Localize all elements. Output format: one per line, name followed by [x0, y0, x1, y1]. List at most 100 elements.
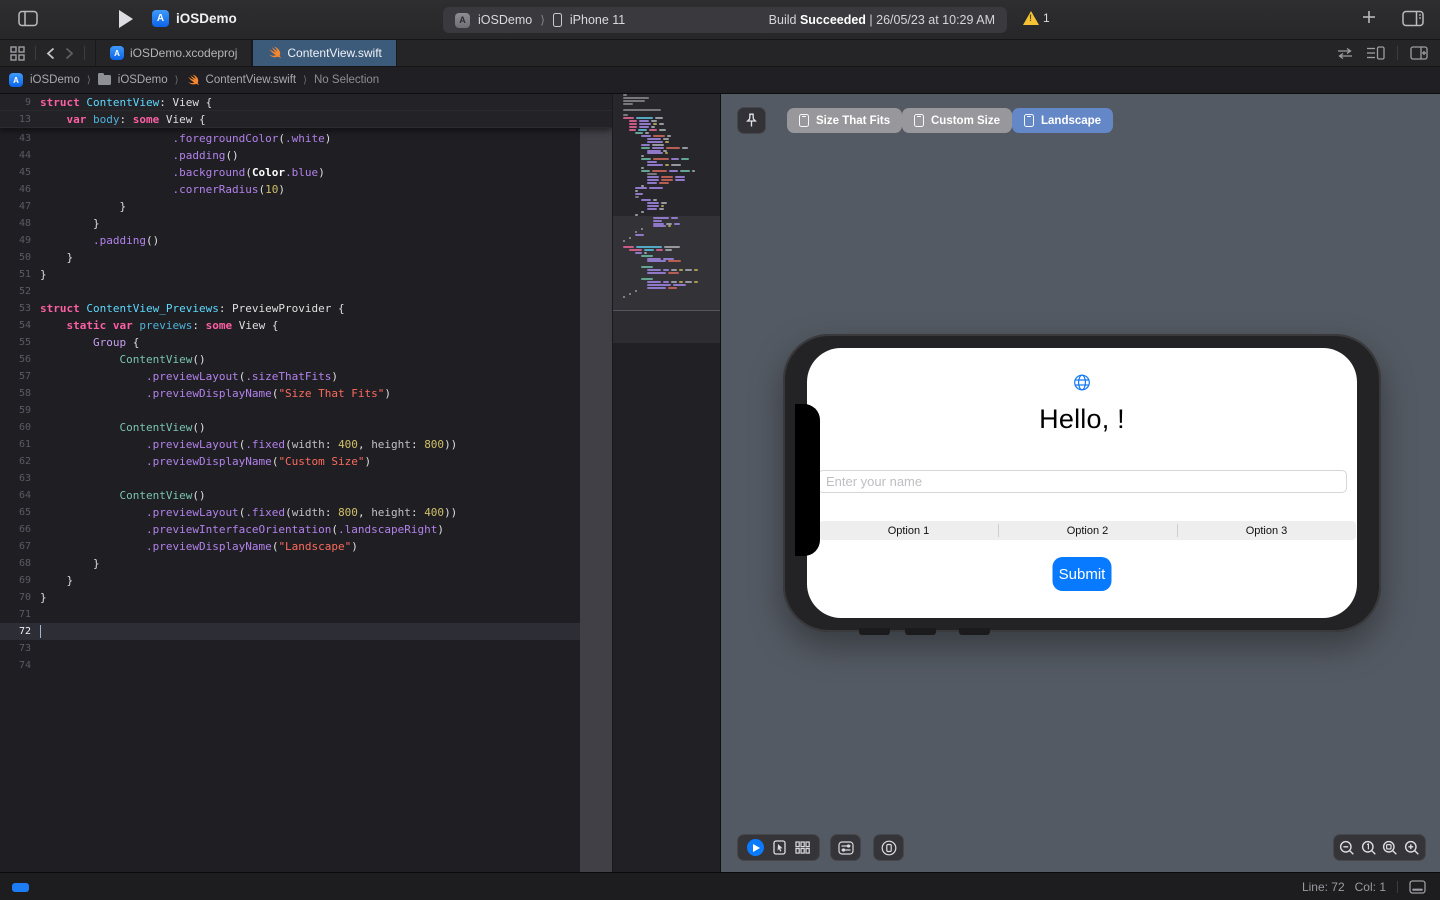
code-line[interactable]: 13 var body: some View { — [0, 111, 612, 128]
code-line[interactable]: 62 .previewDisplayName("Custom Size") — [0, 453, 612, 470]
code-line[interactable]: 55 Group { — [0, 334, 612, 351]
zoom-in-icon[interactable] — [1404, 840, 1420, 856]
code-line[interactable]: 56 ContentView() — [0, 351, 612, 368]
code-line[interactable]: 57 .previewLayout(.sizeThatFits) — [0, 368, 612, 385]
code-line[interactable]: 52 — [0, 283, 612, 300]
warning-badge[interactable]: 1 — [1023, 11, 1050, 25]
code-line[interactable]: 59 — [0, 402, 612, 419]
code-line[interactable]: 46 .cornerRadius(10) — [0, 181, 612, 198]
code-line[interactable]: 45 .background(Color.blue) — [0, 164, 612, 181]
environment-overrides-button[interactable] — [830, 834, 861, 861]
toggle-inspector-icon[interactable] — [1402, 10, 1424, 27]
code-line[interactable]: 53 struct ContentView_Previews: PreviewPr… — [0, 300, 612, 317]
live-preview-icon[interactable] — [747, 839, 764, 856]
line-number: 60 — [18, 422, 31, 433]
code-line[interactable]: 51} — [0, 266, 612, 283]
segment-option-2[interactable]: Option 2 — [998, 521, 1177, 540]
toggle-navigator-icon[interactable] — [18, 10, 38, 27]
code-line[interactable]: 50 } — [0, 249, 612, 266]
code-line[interactable]: 66 .previewInterfaceOrientation(.landsca… — [0, 521, 612, 538]
minimap[interactable] — [612, 94, 721, 872]
chevron-separator-icon: ⟩ — [540, 13, 545, 27]
line-number: 61 — [18, 439, 31, 450]
source-editor[interactable]: 43 .foregroundColor(.white) 44 .padding()… — [0, 94, 612, 872]
line-number: 69 — [18, 575, 31, 586]
go-forward-icon[interactable] — [65, 47, 74, 60]
segment-option-3[interactable]: Option 3 — [1177, 521, 1356, 540]
minimap-line — [661, 205, 664, 207]
code-line[interactable]: 47 } — [0, 198, 612, 215]
minimap-viewport[interactable] — [613, 216, 721, 343]
code-line[interactable]: 63 — [0, 470, 612, 487]
add-editor-icon[interactable] — [1410, 46, 1428, 60]
code-line[interactable]: 70} — [0, 589, 612, 606]
code-line[interactable]: 65 .previewLayout(.fixed(width: 800, hei… — [0, 504, 612, 521]
minimap-line — [623, 240, 625, 242]
tab-iosdemo-xcodeproj[interactable]: A iOSDemo.xcodeproj — [95, 40, 253, 66]
code-line[interactable]: 64 ContentView() — [0, 487, 612, 504]
code-line[interactable]: 69 } — [0, 572, 612, 589]
zoom-100-icon[interactable] — [1361, 840, 1377, 856]
scheme-selector[interactable]: A iOSDemo ⟩ iPhone 11 Build Succeeded | … — [443, 7, 1007, 33]
run-button[interactable] — [119, 10, 133, 28]
preview-mode-landscape[interactable]: Landscape — [1012, 108, 1114, 133]
minimap-line — [663, 149, 667, 152]
breadcrumb-selection[interactable]: No Selection — [314, 74, 379, 86]
build-status[interactable]: Build Succeeded | 26/05/23 at 10:29 AM — [769, 13, 995, 27]
preview-mode-size-that-fits[interactable]: Size That Fits — [787, 108, 903, 133]
scheme-name[interactable]: iOSDemo — [478, 13, 532, 27]
library-add-icon[interactable] — [1360, 8, 1378, 26]
minimap-line — [635, 289, 637, 292]
submit-button[interactable]: Submit — [1052, 557, 1112, 591]
related-items-icon[interactable] — [10, 45, 25, 61]
preview-mode-custom-size[interactable]: Custom Size — [902, 108, 1013, 133]
code-line[interactable]: 61 .previewLayout(.fixed(width: 400, hei… — [0, 436, 612, 453]
code-text: .previewLayout(.sizeThatFits) — [145, 370, 339, 383]
code-line[interactable]: 54 static var previews: some View { — [0, 317, 612, 334]
breadcrumb-group[interactable]: iOSDemo — [118, 74, 168, 86]
destination-name[interactable]: iPhone 11 — [570, 13, 625, 27]
adjust-editor-icon[interactable] — [1366, 46, 1385, 60]
device-settings-icon — [881, 840, 897, 856]
code-line[interactable]: 67 .previewDisplayName("Landscape") — [0, 538, 612, 555]
minimap-line — [623, 99, 645, 102]
line-number: 48 — [18, 218, 31, 229]
code-line[interactable]: 68 } — [0, 555, 612, 572]
code-line[interactable]: 71 — [0, 606, 612, 623]
tab-contentview-swift[interactable]: ContentView.swift — [252, 40, 397, 66]
zoom-fit-icon[interactable] — [1382, 840, 1398, 856]
code-line[interactable]: 73 — [0, 640, 612, 657]
code-line[interactable]: 74 — [0, 657, 612, 674]
preview-variants-icon[interactable] — [795, 841, 810, 854]
zoom-out-icon[interactable] — [1339, 840, 1355, 856]
minimap-line — [656, 248, 663, 251]
name-input[interactable] — [818, 470, 1347, 493]
pin-preview-button[interactable] — [737, 107, 766, 134]
breadcrumb-project[interactable]: iOSDemo — [30, 74, 80, 86]
code-review-icon[interactable] — [1336, 47, 1354, 60]
iphone-screen[interactable]: Hello, ! Option 1Option 2Option 3 Submit — [807, 348, 1357, 618]
segment-option-1[interactable]: Option 1 — [819, 521, 998, 540]
device-settings-button[interactable] — [873, 834, 904, 861]
code-line[interactable]: 72 — [0, 623, 580, 640]
code-line[interactable]: 49 .padding() — [0, 232, 612, 249]
line-number: 72 — [18, 626, 31, 637]
breadcrumb-file[interactable]: ContentView.swift — [206, 74, 297, 86]
app-icon: A — [152, 10, 169, 27]
editor-mode-icon[interactable] — [1409, 880, 1426, 894]
code-line[interactable]: 48 } — [0, 215, 612, 232]
code-line[interactable]: 43 .foregroundColor(.white) — [0, 130, 612, 147]
iphone-preview-frame[interactable]: Hello, ! Option 1Option 2Option 3 Submit — [783, 334, 1381, 635]
selectable-preview-icon[interactable] — [773, 840, 786, 855]
code-line[interactable]: 9 struct ContentView: View { — [0, 94, 612, 111]
breadcrumb: A iOSDemo ⟩ iOSDemo ⟩ ContentView.swift … — [0, 67, 1440, 94]
minimap-line — [635, 132, 643, 134]
minimap-line — [641, 278, 653, 280]
go-back-icon[interactable] — [46, 47, 55, 60]
minimap-line — [635, 193, 643, 196]
code-line[interactable]: 58 .previewDisplayName("Size That Fits") — [0, 385, 612, 402]
code-line[interactable]: 60 ContentView() — [0, 419, 612, 436]
minimap-line — [653, 123, 657, 126]
minimap-line — [653, 222, 664, 225]
code-line[interactable]: 44 .padding() — [0, 147, 612, 164]
